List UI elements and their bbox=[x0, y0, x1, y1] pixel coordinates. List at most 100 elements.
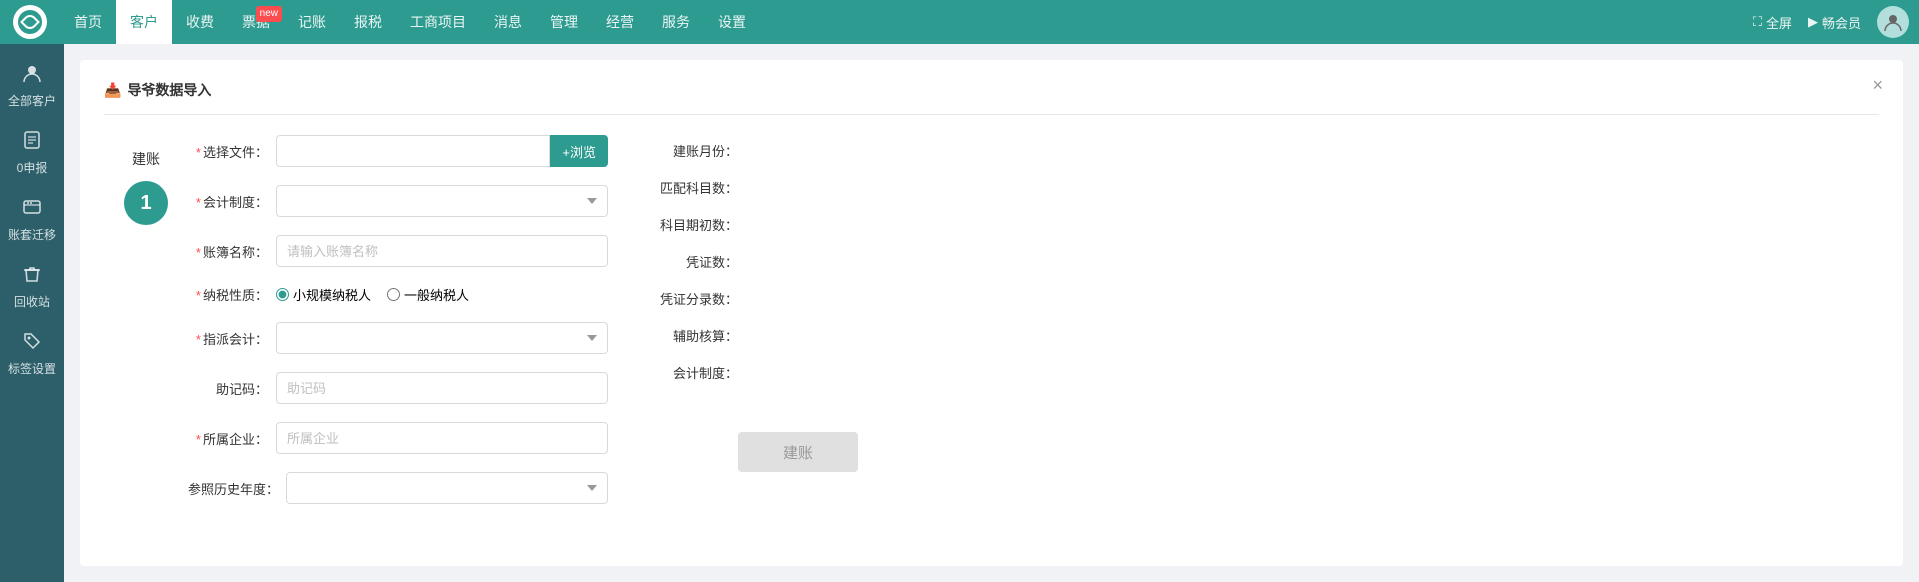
huijizidu-row: 会计制度： bbox=[648, 363, 948, 382]
nav-home[interactable]: 首页 bbox=[60, 0, 116, 44]
member-label: 畅会员 bbox=[1822, 13, 1861, 32]
build-button[interactable]: 建账 bbox=[738, 432, 858, 472]
jianzhangyuefen-label: 建账月份： bbox=[648, 141, 738, 160]
dialog-title-text: 导爷数据导入 bbox=[127, 80, 211, 100]
tax-type-radio-group: 小规模纳税人 一般纳税人 bbox=[276, 285, 608, 304]
reference-year-label: 参照历史年度： bbox=[188, 479, 278, 498]
nav-right: ⛶ 全屏 ▶ 畅会员 bbox=[1753, 6, 1909, 38]
sidebar-item-all-customers[interactable]: 全部客户 bbox=[0, 52, 64, 119]
accounting-system-label: *会计制度： bbox=[188, 192, 268, 211]
reference-year-select[interactable] bbox=[286, 472, 608, 504]
jianzhanglabel: 建账 bbox=[132, 149, 160, 169]
kemu-row: 科目期初数： bbox=[648, 215, 948, 234]
belong-company-row: *所属企业： bbox=[188, 422, 608, 454]
nav-tax[interactable]: 报税 bbox=[340, 0, 396, 44]
memo-code-input[interactable] bbox=[276, 372, 608, 404]
memo-code-label: 助记码： bbox=[188, 379, 268, 398]
sidebar-item-tags[interactable]: 标签设置 bbox=[0, 320, 64, 387]
top-navigation: 首页 客户 收费 票据 new 记账 报税 工商项目 消息 管理 经营 服务 设… bbox=[0, 0, 1919, 44]
accounting-system-select[interactable] bbox=[276, 185, 608, 217]
form-layout: 建账 1 *选择文件： +浏览 bbox=[104, 135, 1879, 504]
avatar[interactable] bbox=[1877, 6, 1909, 38]
tax-type-label: *纳税性质： bbox=[188, 285, 268, 304]
tax-general-label: 一般纳税人 bbox=[404, 285, 469, 304]
dialog-panel: 📥 导爷数据导入 × 建账 1 *选择文件： bbox=[80, 60, 1903, 566]
assign-accountant-label: *指派会计： bbox=[188, 329, 268, 348]
file-input[interactable] bbox=[276, 135, 550, 167]
belong-company-input[interactable] bbox=[276, 422, 608, 454]
migration-icon bbox=[21, 196, 43, 222]
nav-bill[interactable]: 票据 new bbox=[228, 0, 284, 44]
belong-company-label: *所属企业： bbox=[188, 429, 268, 448]
memo-code-row: 助记码： bbox=[188, 372, 608, 404]
info-panel: 建账月份： 匹配科目数： 科目期初数： 凭证数： bbox=[648, 135, 948, 382]
tax-small-label: 小规模纳税人 bbox=[293, 285, 371, 304]
nav-manage[interactable]: 管理 bbox=[536, 0, 592, 44]
member-btn[interactable]: ▶ 畅会员 bbox=[1808, 13, 1861, 32]
nav-message[interactable]: 消息 bbox=[480, 0, 536, 44]
dialog-title: 📥 导爷数据导入 bbox=[104, 80, 1879, 115]
nav-fee[interactable]: 收费 bbox=[172, 0, 228, 44]
select-file-row: *选择文件： +浏览 bbox=[188, 135, 608, 167]
pingzhengfenlu-row: 凭证分录数： bbox=[648, 289, 948, 308]
content-area: 📥 导爷数据导入 × 建账 1 *选择文件： bbox=[64, 44, 1919, 582]
jianzhangyuefen-row: 建账月份： bbox=[648, 141, 948, 160]
sidebar-label-trash: 回收站 bbox=[14, 293, 50, 310]
nav-bookkeeping[interactable]: 记账 bbox=[284, 0, 340, 44]
tax-general-input[interactable] bbox=[387, 288, 400, 301]
sidebar-label-declaration: 0申报 bbox=[17, 159, 48, 176]
fuzhuhesuan-label: 辅助核算： bbox=[648, 326, 738, 345]
assign-accountant-row: *指派会计： bbox=[188, 322, 608, 354]
close-button[interactable]: × bbox=[1872, 76, 1883, 94]
pipei-row: 匹配科目数： bbox=[648, 178, 948, 197]
assign-accountant-select[interactable] bbox=[276, 322, 608, 354]
pingzheng-row: 凭证数： bbox=[648, 252, 948, 271]
pingzhengfenlu-label: 凭证分录数： bbox=[648, 289, 738, 308]
sidebar-label-all-customers: 全部客户 bbox=[8, 92, 56, 109]
tags-icon bbox=[21, 330, 43, 356]
browse-button[interactable]: +浏览 bbox=[550, 135, 608, 167]
nav-settings[interactable]: 设置 bbox=[704, 0, 760, 44]
nav-service[interactable]: 服务 bbox=[648, 0, 704, 44]
sidebar-item-migration[interactable]: 账套迁移 bbox=[0, 186, 64, 253]
new-badge: new bbox=[256, 6, 282, 22]
form-fields: *选择文件： +浏览 *会计制度： bbox=[188, 135, 608, 504]
reference-year-row: 参照历史年度： bbox=[188, 472, 608, 504]
pipei-label: 匹配科目数： bbox=[648, 178, 738, 197]
accounting-system-row: *会计制度： bbox=[188, 185, 608, 217]
sidebar-label-migration: 账套迁移 bbox=[8, 226, 56, 243]
step-circle: 1 bbox=[124, 181, 168, 225]
sidebar-item-declaration[interactable]: 0申报 bbox=[0, 119, 64, 186]
fullscreen-icon: ⛶ bbox=[1753, 14, 1762, 30]
huijizidu-label: 会计制度： bbox=[648, 363, 738, 382]
all-customers-icon bbox=[21, 62, 43, 88]
file-input-wrapper: +浏览 bbox=[276, 135, 608, 167]
tax-type-row: *纳税性质： 小规模纳税人 一般纳税人 bbox=[188, 285, 608, 304]
fullscreen-btn[interactable]: ⛶ 全屏 bbox=[1753, 13, 1792, 32]
logo[interactable] bbox=[10, 2, 50, 42]
tax-small-radio[interactable]: 小规模纳税人 bbox=[276, 285, 371, 304]
info-and-build: 建账月份： 匹配科目数： 科目期初数： 凭证数： bbox=[648, 135, 948, 504]
pingzheng-label: 凭证数： bbox=[648, 252, 738, 271]
import-icon: 📥 bbox=[104, 82, 121, 99]
nav-business[interactable]: 工商项目 bbox=[396, 0, 480, 44]
tax-general-radio[interactable]: 一般纳税人 bbox=[387, 285, 469, 304]
play-icon: ▶ bbox=[1808, 14, 1818, 30]
sidebar: 全部客户 0申报 账套迁移 bbox=[0, 44, 64, 582]
nav-customer[interactable]: 客户 bbox=[116, 0, 172, 44]
ledger-name-label: *账簿名称： bbox=[188, 242, 268, 261]
ledger-name-input[interactable] bbox=[276, 235, 608, 267]
trash-icon bbox=[21, 263, 43, 289]
nav-items: 首页 客户 收费 票据 new 记账 报税 工商项目 消息 管理 经营 服务 设… bbox=[60, 0, 1753, 44]
tax-small-input[interactable] bbox=[276, 288, 289, 301]
select-file-label: *选择文件： bbox=[188, 142, 268, 161]
form-left: 建账 1 *选择文件： +浏览 bbox=[124, 135, 608, 504]
sidebar-label-tags: 标签设置 bbox=[8, 360, 56, 377]
sidebar-item-trash[interactable]: 回收站 bbox=[0, 253, 64, 320]
ledger-name-row: *账簿名称： bbox=[188, 235, 608, 267]
fuzhuhesuan-row: 辅助核算： bbox=[648, 326, 948, 345]
declaration-icon bbox=[21, 129, 43, 155]
main-layout: 全部客户 0申报 账套迁移 bbox=[0, 44, 1919, 582]
kemu-label: 科目期初数： bbox=[648, 215, 738, 234]
nav-operation[interactable]: 经营 bbox=[592, 0, 648, 44]
